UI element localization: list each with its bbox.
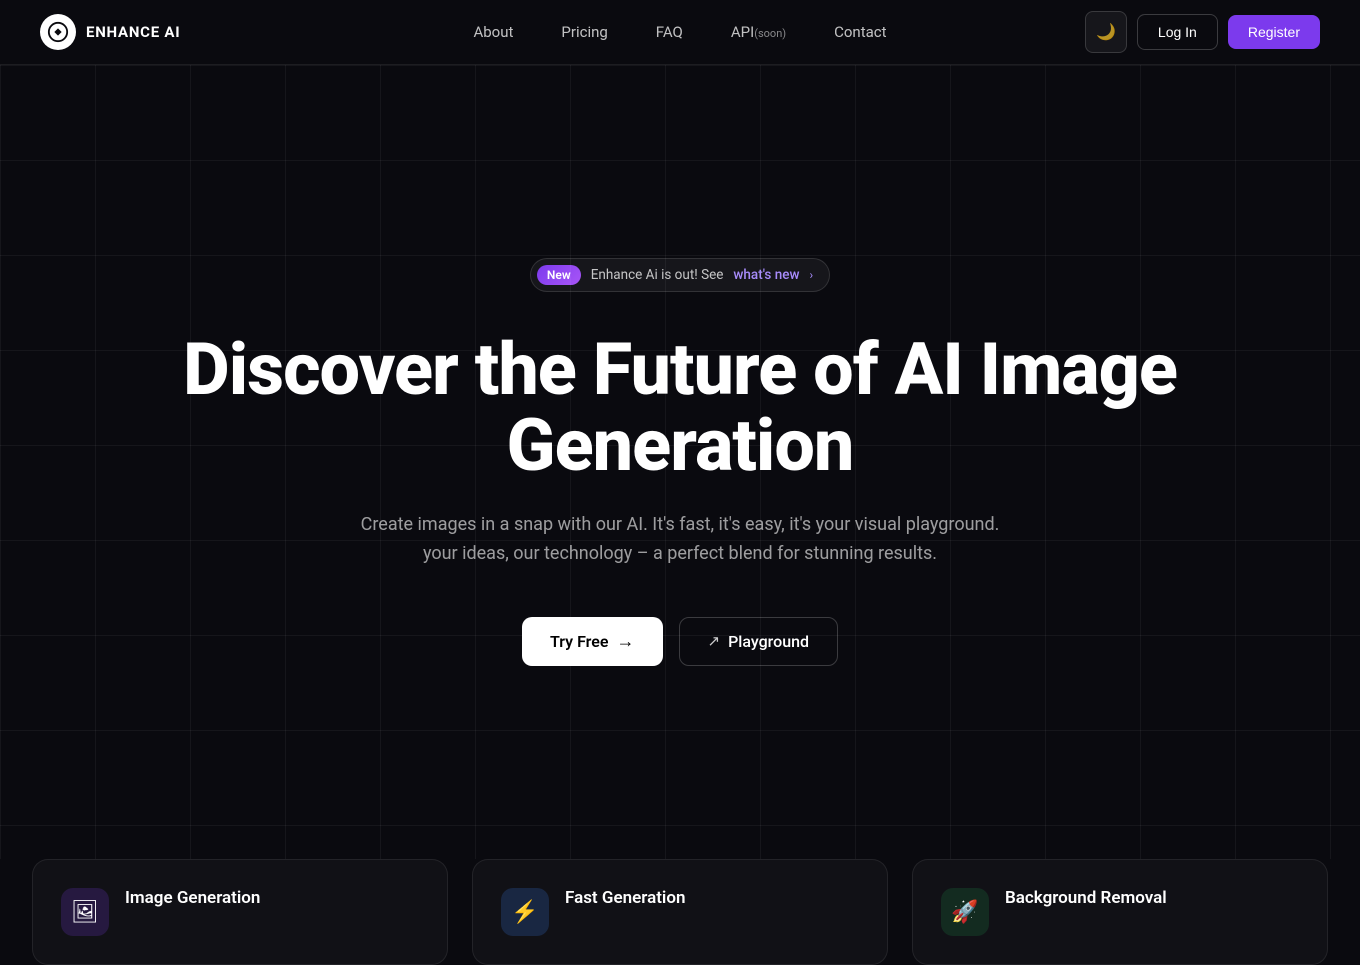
logo-icon [40,14,76,50]
feature-title-fast-generation: Fast Generation [565,888,685,908]
feature-icon-background-removal: 🚀 [941,888,989,936]
feature-content-fast-generation: Fast Generation [565,888,685,912]
feature-title-background-removal: Background Removal [1005,888,1167,908]
nav-faq[interactable]: FAQ [636,15,703,49]
hero-section: New Enhance Ai is out! See what's new › … [0,65,1360,859]
feature-card-fast-generation: ⚡ Fast Generation [472,859,888,965]
features-section: 🖼 Image Generation ⚡ Fast Generation 🚀 B… [0,859,1360,965]
playground-external-icon: ↗ [708,632,721,650]
nav-actions: 🌙 Log In Register [1085,11,1320,53]
announcement-badge[interactable]: New Enhance Ai is out! See what's new › [530,258,830,292]
navbar: ENHANCE AI About Pricing FAQ API(soon) C… [0,0,1360,65]
nav-about[interactable]: About [453,15,533,49]
nav-links: About Pricing FAQ API(soon) Contact [453,15,906,49]
features-grid: 🖼 Image Generation ⚡ Fast Generation 🚀 B… [32,859,1328,965]
badge-text: Enhance Ai is out! See [591,267,724,283]
badge-arrow-icon: › [809,268,813,282]
feature-content-background-removal: Background Removal [1005,888,1167,912]
nav-pricing[interactable]: Pricing [541,15,627,49]
hero-title: Discover the Future of AI Image Generati… [130,332,1230,483]
register-button[interactable]: Register [1228,15,1320,49]
hero-subtitle: Create images in a snap with our AI. It'… [360,511,1000,569]
login-button[interactable]: Log In [1137,14,1218,50]
playground-button[interactable]: ↗ Playground [679,617,839,666]
hero-buttons: Try Free → ↗ Playground [522,617,838,666]
logo-link[interactable]: ENHANCE AI [40,14,180,50]
brand-name: ENHANCE AI [86,23,180,41]
feature-card-background-removal: 🚀 Background Removal [912,859,1328,965]
feature-icon-image-generation: 🖼 [61,888,109,936]
theme-toggle-button[interactable]: 🌙 [1085,11,1127,53]
feature-icon-fast-generation: ⚡ [501,888,549,936]
try-free-button[interactable]: Try Free → [522,617,663,666]
badge-whats-new-link[interactable]: what's new [733,267,799,283]
badge-new-label: New [537,265,581,285]
try-free-arrow-icon: → [617,631,635,652]
nav-contact[interactable]: Contact [814,15,906,49]
nav-api[interactable]: API(soon) [711,15,806,49]
feature-content-image-generation: Image Generation [125,888,260,912]
feature-title-image-generation: Image Generation [125,888,260,908]
feature-card-image-generation: 🖼 Image Generation [32,859,448,965]
